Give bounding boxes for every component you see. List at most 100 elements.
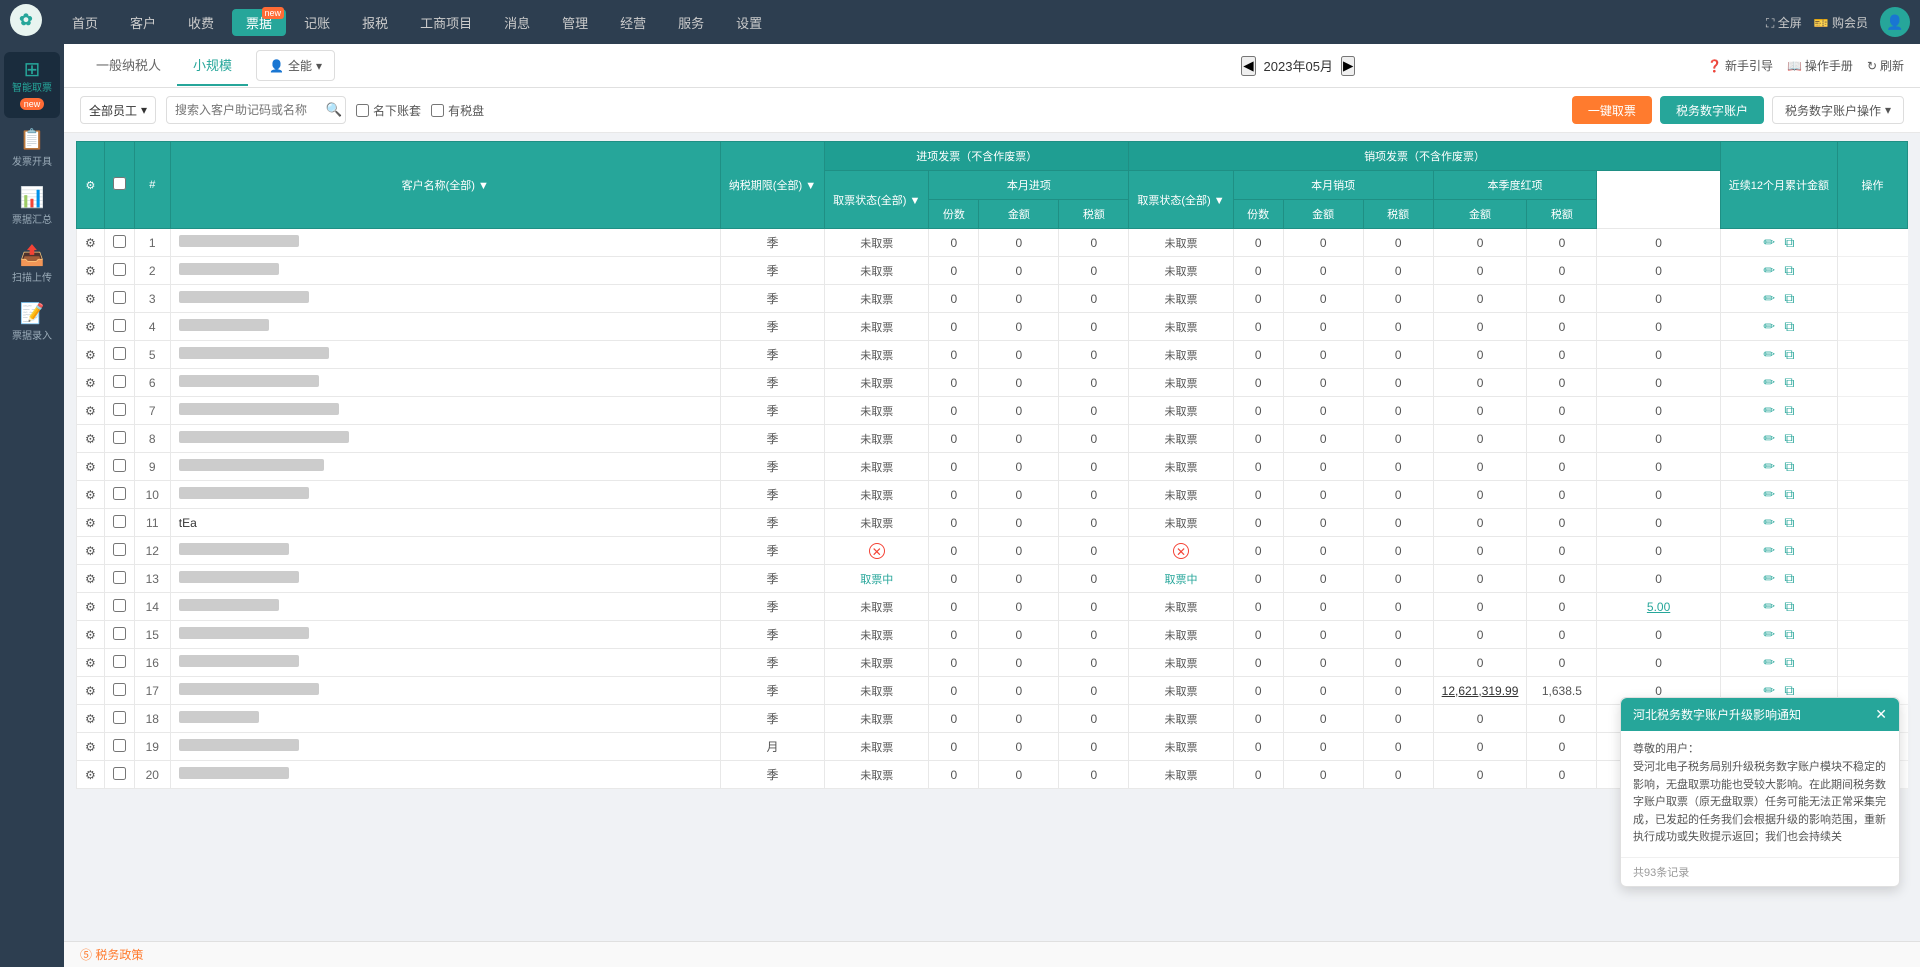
row-customer-name[interactable] (170, 593, 720, 621)
row-customer-name[interactable] (170, 481, 720, 509)
row-edit-btn[interactable]: ✏ (1760, 402, 1778, 419)
row-checkbox[interactable] (104, 285, 134, 313)
row-checkbox[interactable] (104, 621, 134, 649)
row-checkbox[interactable] (104, 565, 134, 593)
row-copy-btn[interactable]: ⧉ (1781, 654, 1797, 671)
nav-operations[interactable]: 经营 (606, 9, 660, 36)
one-click-fetch-btn[interactable]: 一键取票 (1572, 96, 1652, 124)
row-settings[interactable]: ⚙ (77, 621, 105, 649)
row-checkbox[interactable] (104, 397, 134, 425)
row-copy-btn[interactable]: ⧉ (1781, 626, 1797, 643)
row-edit-btn[interactable]: ✏ (1760, 682, 1778, 699)
sidebar-item-smart-fetch[interactable]: ⊞ 智能取票 new (4, 52, 60, 118)
row-edit-btn[interactable]: ✏ (1760, 514, 1778, 531)
tax-disk-check-label[interactable]: 有税盘 (431, 102, 484, 119)
digital-account-ops-btn[interactable]: 税务数字账户操作 ▾ (1772, 96, 1904, 124)
row-settings[interactable]: ⚙ (77, 565, 105, 593)
row-checkbox[interactable] (104, 229, 134, 257)
row-copy-btn[interactable]: ⧉ (1781, 290, 1797, 307)
row-customer-name[interactable] (170, 285, 720, 313)
row-edit-btn[interactable]: ✏ (1760, 430, 1778, 447)
row-settings[interactable]: ⚙ (77, 649, 105, 677)
fullscreen-btn[interactable]: ⛶ 全屏 (1766, 14, 1802, 31)
app-logo[interactable]: ✿ (10, 4, 46, 40)
th-fetch-status-out[interactable]: 取票状态(全部) ▼ (1129, 171, 1233, 229)
row-settings[interactable]: ⚙ (77, 761, 105, 789)
row-customer-name[interactable] (170, 257, 720, 285)
employee-filter[interactable]: 全部员工 ▾ (80, 96, 156, 124)
select-all-checkbox[interactable] (113, 177, 126, 190)
prev-month-btn[interactable]: ◀ (1241, 56, 1255, 76)
row-copy-btn[interactable]: ⧉ (1781, 374, 1797, 391)
nav-messages[interactable]: 消息 (490, 9, 544, 36)
row-checkbox[interactable] (104, 313, 134, 341)
row-settings[interactable]: ⚙ (77, 341, 105, 369)
row-customer-name[interactable] (170, 313, 720, 341)
next-month-btn[interactable]: ▶ (1341, 56, 1355, 76)
row-settings[interactable]: ⚙ (77, 425, 105, 453)
row-checkbox[interactable] (104, 733, 134, 761)
row-settings[interactable]: ⚙ (77, 509, 105, 537)
nav-settings[interactable]: 设置 (722, 9, 776, 36)
tax-policy-link[interactable]: ⑤ 税务政策 (80, 946, 143, 963)
row-edit-btn[interactable]: ✏ (1760, 318, 1778, 335)
row-customer-name[interactable] (170, 453, 720, 481)
search-button[interactable]: 🔍 (325, 102, 342, 118)
row-customer-name[interactable] (170, 705, 720, 733)
row-copy-btn[interactable]: ⧉ (1781, 402, 1797, 419)
nav-service[interactable]: 服务 (664, 9, 718, 36)
row-edit-btn[interactable]: ✏ (1760, 234, 1778, 251)
row-customer-name[interactable] (170, 425, 720, 453)
th-period[interactable]: 纳税期限(全部) ▼ (720, 142, 824, 229)
ledger-checkbox[interactable] (356, 104, 369, 117)
row-copy-btn[interactable]: ⧉ (1781, 430, 1797, 447)
nav-tax[interactable]: 报税 (348, 9, 402, 36)
row-copy-btn[interactable]: ⧉ (1781, 570, 1797, 587)
row-copy-btn[interactable]: ⧉ (1781, 514, 1797, 531)
row-edit-btn[interactable]: ✏ (1760, 626, 1778, 643)
row-checkbox[interactable] (104, 705, 134, 733)
nav-invoice[interactable]: 票据 new (232, 9, 286, 36)
row-edit-btn[interactable]: ✏ (1760, 262, 1778, 279)
row-settings[interactable]: ⚙ (77, 733, 105, 761)
tab-all-dropdown[interactable]: 👤 全能 ▾ (256, 50, 335, 81)
search-input[interactable] (166, 96, 346, 124)
row-edit-btn[interactable]: ✏ (1760, 374, 1778, 391)
sidebar-item-record[interactable]: 📝 票据录入 (4, 296, 60, 350)
sidebar-item-summary[interactable]: 📊 票据汇总 (4, 180, 60, 234)
row-edit-btn[interactable]: ✏ (1760, 458, 1778, 475)
row-customer-name[interactable] (170, 369, 720, 397)
row-settings[interactable]: ⚙ (77, 481, 105, 509)
row-customer-name[interactable]: tEa (170, 509, 720, 537)
row-checkbox[interactable] (104, 593, 134, 621)
row-copy-btn[interactable]: ⧉ (1781, 682, 1797, 699)
row-checkbox[interactable] (104, 649, 134, 677)
row-settings[interactable]: ⚙ (77, 257, 105, 285)
row-checkbox[interactable] (104, 481, 134, 509)
row-customer-name[interactable] (170, 229, 720, 257)
row-customer-name[interactable] (170, 621, 720, 649)
row-checkbox[interactable] (104, 537, 134, 565)
row-checkbox[interactable] (104, 369, 134, 397)
row-checkbox[interactable] (104, 257, 134, 285)
row-checkbox[interactable] (104, 453, 134, 481)
row-settings[interactable]: ⚙ (77, 537, 105, 565)
new-guide-btn[interactable]: ❓ 新手引导 (1707, 57, 1773, 74)
row-customer-name[interactable] (170, 649, 720, 677)
nav-home[interactable]: 首页 (58, 9, 112, 36)
row-customer-name[interactable] (170, 677, 720, 705)
nav-accounting[interactable]: 记账 (290, 9, 344, 36)
row-edit-btn[interactable]: ✏ (1760, 598, 1778, 615)
row-settings[interactable]: ⚙ (77, 705, 105, 733)
user-avatar[interactable]: 👤 (1880, 7, 1910, 37)
row-copy-btn[interactable]: ⧉ (1781, 598, 1797, 615)
th-customer[interactable]: 客户名称(全部) ▼ (170, 142, 720, 229)
nav-business[interactable]: 工商项目 (406, 9, 486, 36)
nav-manage[interactable]: 管理 (548, 9, 602, 36)
nav-customer[interactable]: 客户 (116, 9, 170, 36)
refresh-btn[interactable]: ↻ 刷新 (1867, 57, 1904, 74)
row-settings[interactable]: ⚙ (77, 677, 105, 705)
row-settings[interactable]: ⚙ (77, 285, 105, 313)
row-settings[interactable]: ⚙ (77, 593, 105, 621)
tax-disk-checkbox[interactable] (431, 104, 444, 117)
